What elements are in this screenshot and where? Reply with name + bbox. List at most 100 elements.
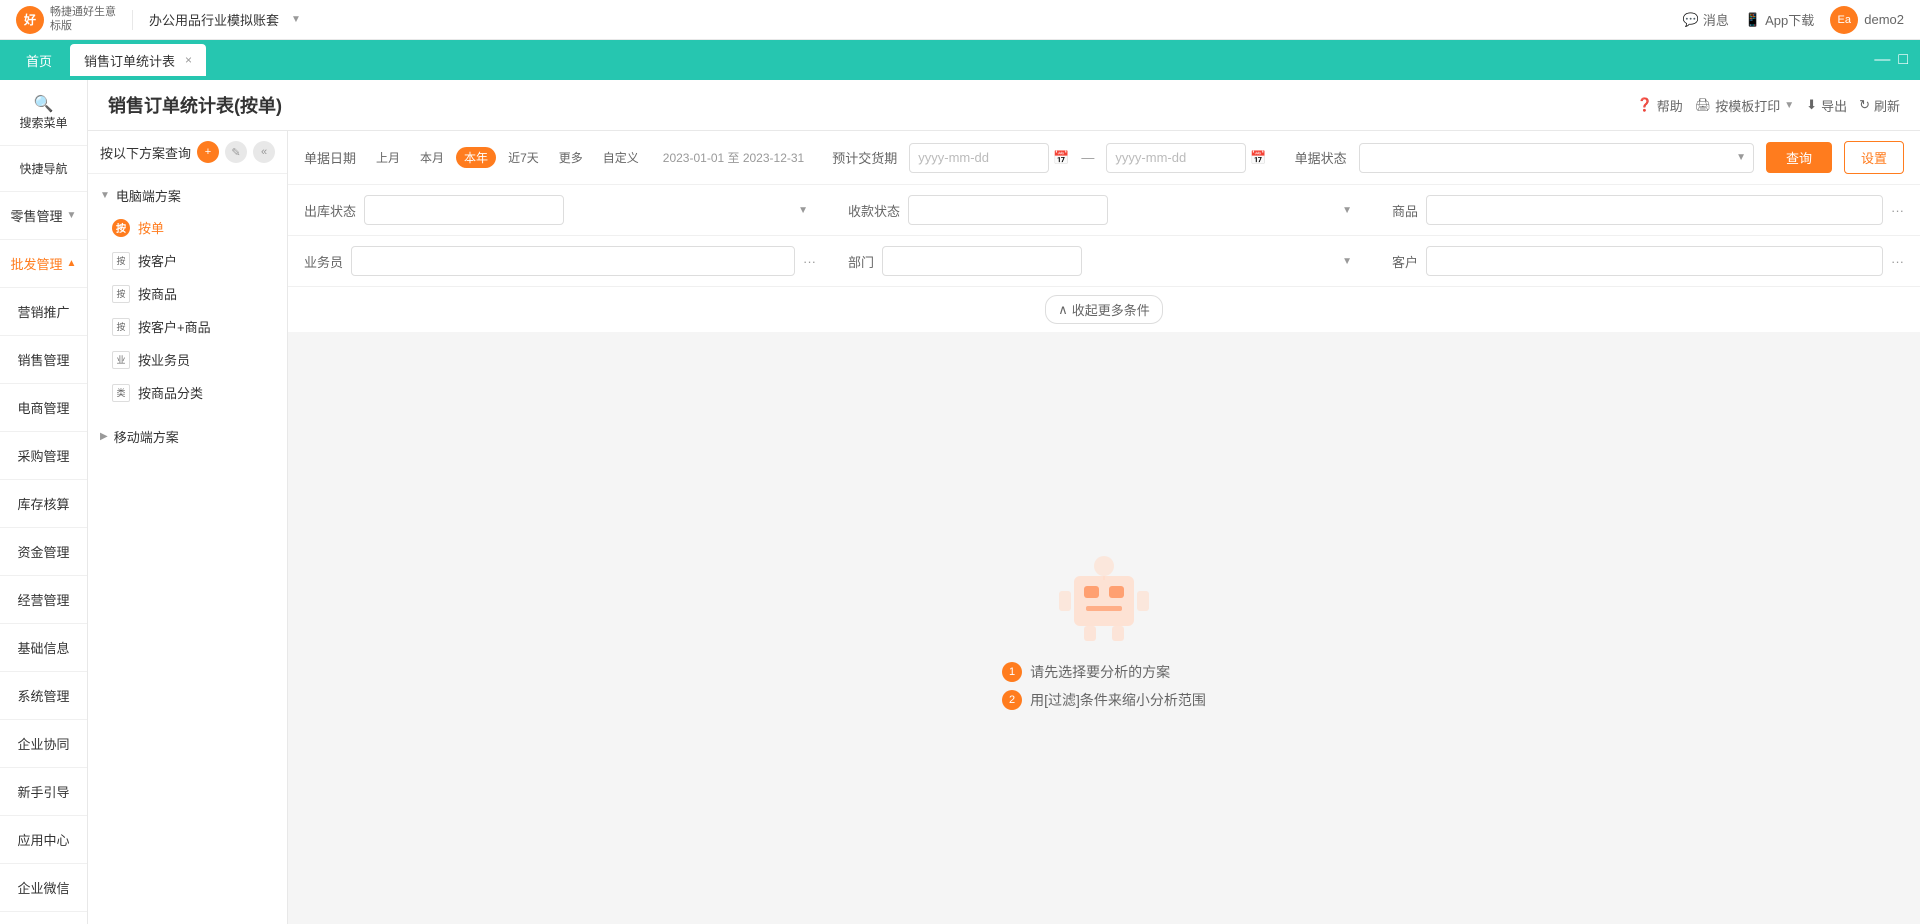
scheme-item-by-goods-category[interactable]: 类 按商品分类: [88, 376, 287, 409]
calendar-from-icon[interactable]: 📅: [1053, 150, 1069, 166]
sidebar-item-basic[interactable]: 基础信息: [0, 624, 87, 671]
goods-input[interactable]: [1426, 195, 1883, 225]
date-dash: —: [1081, 150, 1094, 165]
help-icon: ❓: [1637, 97, 1653, 113]
filter-row-3: 业务员 ··· 部门 ▼ 客户: [288, 236, 1920, 287]
desktop-scheme-group: ▼ 电脑端方案 按 按单 按 按客户 按 按商品: [88, 174, 287, 415]
message-action[interactable]: 💬 消息: [1683, 10, 1729, 29]
sidebar-item-purchase[interactable]: 采购管理: [0, 432, 87, 479]
bill-status-select[interactable]: [1359, 143, 1754, 173]
avatar: Ea: [1830, 6, 1858, 34]
delivery-status-label: 出库状态: [304, 201, 356, 220]
customer-cell: 客户 ···: [1376, 236, 1920, 286]
logo-icon: 好: [16, 6, 44, 34]
pill-custom[interactable]: 自定义: [595, 147, 647, 168]
pill-last-month[interactable]: 上月: [368, 147, 408, 168]
delivery-status-select-wrap: ▼: [364, 195, 816, 225]
pill-more[interactable]: 更多: [551, 147, 591, 168]
scheme-item-by-customer-goods[interactable]: 按 按客户+商品: [88, 310, 287, 343]
print-button[interactable]: 🖨 按模板打印 ▼: [1695, 96, 1794, 115]
system-dropdown-arrow[interactable]: ▼: [291, 14, 301, 25]
tab-sales-order-stat[interactable]: 销售订单统计表 ×: [70, 44, 206, 76]
print-dropdown-arrow[interactable]: ▼: [1784, 100, 1794, 111]
export-button[interactable]: ⬇ 导出: [1806, 96, 1847, 115]
department-select-wrap: ▼: [882, 246, 1360, 276]
app-download-action[interactable]: 📱 App下载: [1745, 10, 1814, 29]
pill-last-7-days[interactable]: 近7天: [500, 147, 547, 168]
settings-button[interactable]: 设置: [1844, 141, 1904, 174]
divider: [132, 10, 133, 30]
refresh-button[interactable]: ↻ 刷新: [1859, 96, 1900, 115]
salesperson-input[interactable]: [351, 246, 795, 276]
minimize-icon[interactable]: —: [1874, 51, 1890, 69]
sidebar-item-app-center[interactable]: 应用中心: [0, 816, 87, 863]
sidebar-item-quick-nav[interactable]: 快捷导航: [0, 146, 87, 191]
app-download-icon: 📱: [1745, 12, 1761, 28]
tab-close-button[interactable]: ×: [185, 53, 192, 67]
user-profile[interactable]: Ea demo2: [1830, 6, 1904, 34]
sidebar-item-finance[interactable]: 资金管理: [0, 528, 87, 575]
logo-text: 畅捷通好生意 标版: [50, 6, 116, 32]
bill-status-select-wrap: ▼: [1359, 143, 1754, 173]
scheme-item-by-goods[interactable]: 按 按商品: [88, 277, 287, 310]
maximize-icon[interactable]: □: [1898, 51, 1908, 69]
query-button[interactable]: 查询: [1766, 142, 1832, 173]
sidebar-item-retail[interactable]: 零售管理 ▼: [0, 192, 87, 239]
payment-status-select[interactable]: [908, 195, 1108, 225]
pill-this-year[interactable]: 本年: [456, 147, 496, 168]
sidebar-menu: 🔍 搜索菜单 快捷导航 零售管理 ▼ 批发管理 ▲ 营销推广: [0, 80, 87, 924]
department-select[interactable]: [882, 246, 1082, 276]
sidebar-item-enterprise-wechat[interactable]: 企业微信: [0, 864, 87, 911]
collapse-button[interactable]: ∧ 收起更多条件: [1045, 295, 1163, 324]
expected-delivery-from-input[interactable]: [909, 143, 1049, 173]
empty-illustration: [1044, 546, 1164, 646]
mobile-scheme-group: ▶ 移动端方案: [88, 415, 287, 458]
filter-row-1: 单据日期 上月 本月 本年 近7天 更多 自定义 2023-01-01 至 20…: [288, 131, 1920, 185]
department-cell: 部门 ▼: [832, 236, 1376, 286]
message-icon: 💬: [1683, 12, 1699, 28]
customer-dots[interactable]: ···: [1891, 254, 1904, 269]
salesperson-dots[interactable]: ···: [803, 254, 816, 269]
step-1-num: 1: [1002, 662, 1022, 682]
date-pills: 上月 本月 本年 近7天 更多 自定义: [368, 147, 647, 168]
sidebar-item-ecommerce[interactable]: 电商管理: [0, 384, 87, 431]
inner-layout: 按以下方案查询 + ✎ « ▼ 电脑端方案 按 按单: [88, 131, 1920, 924]
add-scheme-button[interactable]: +: [197, 141, 219, 163]
page-title: 销售订单统计表(按单): [108, 92, 282, 130]
sidebar-item-operations[interactable]: 经营管理: [0, 576, 87, 623]
tab-home[interactable]: 首页: [12, 44, 66, 76]
delivery-status-select[interactable]: [364, 195, 564, 225]
sidebar-item-inventory[interactable]: 库存核算: [0, 480, 87, 527]
scheme-item-by-salesperson[interactable]: 业 按业务员: [88, 343, 287, 376]
sidebar-item-marketing[interactable]: 营销推广: [0, 288, 87, 335]
calendar-to-icon[interactable]: 📅: [1250, 150, 1266, 166]
sidebar-item-member[interactable]: 畅会员: [0, 912, 87, 924]
sidebar-item-sales[interactable]: 销售管理: [0, 336, 87, 383]
desktop-group-label[interactable]: ▼ 电脑端方案: [88, 180, 287, 211]
collapse-icon: ∧: [1058, 302, 1068, 318]
scheme-item-by-order[interactable]: 按 按单: [88, 211, 287, 244]
export-icon: ⬇: [1806, 97, 1817, 113]
sidebar-item-newbie[interactable]: 新手引导: [0, 768, 87, 815]
empty-step-2: 2 用[过滤]条件来缩小分析范围: [1002, 690, 1206, 710]
sidebar-item-search[interactable]: 🔍 搜索菜单: [0, 80, 87, 145]
sidebar-item-system[interactable]: 系统管理: [0, 672, 87, 719]
right-content: 单据日期 上月 本月 本年 近7天 更多 自定义 2023-01-01 至 20…: [288, 131, 1920, 924]
edit-scheme-button[interactable]: ✎: [225, 141, 247, 163]
salesperson-label: 业务员: [304, 252, 343, 271]
mobile-group-label[interactable]: ▶ 移动端方案: [88, 421, 287, 452]
help-button[interactable]: ❓ 帮助: [1637, 96, 1683, 115]
delivery-status-cell: 出库状态 ▼: [288, 185, 832, 235]
sidebar-item-wholesale[interactable]: 批发管理 ▲: [0, 240, 87, 287]
expected-delivery-to: 📅: [1106, 143, 1266, 173]
scheme-item-by-customer[interactable]: 按 按客户: [88, 244, 287, 277]
goods-dots[interactable]: ···: [1891, 203, 1904, 218]
sidebar-item-enterprise[interactable]: 企业协同: [0, 720, 87, 767]
scheme-by-customer-icon: 按: [112, 252, 130, 270]
pill-this-month[interactable]: 本月: [412, 147, 452, 168]
collapse-panel-button[interactable]: «: [253, 141, 275, 163]
expected-delivery-to-input[interactable]: [1106, 143, 1246, 173]
customer-input[interactable]: [1426, 246, 1883, 276]
top-bar-left: 好 畅捷通好生意 标版 办公用品行业模拟账套 ▼: [16, 6, 301, 34]
nav-tabs-right-actions: — □: [1874, 51, 1908, 69]
